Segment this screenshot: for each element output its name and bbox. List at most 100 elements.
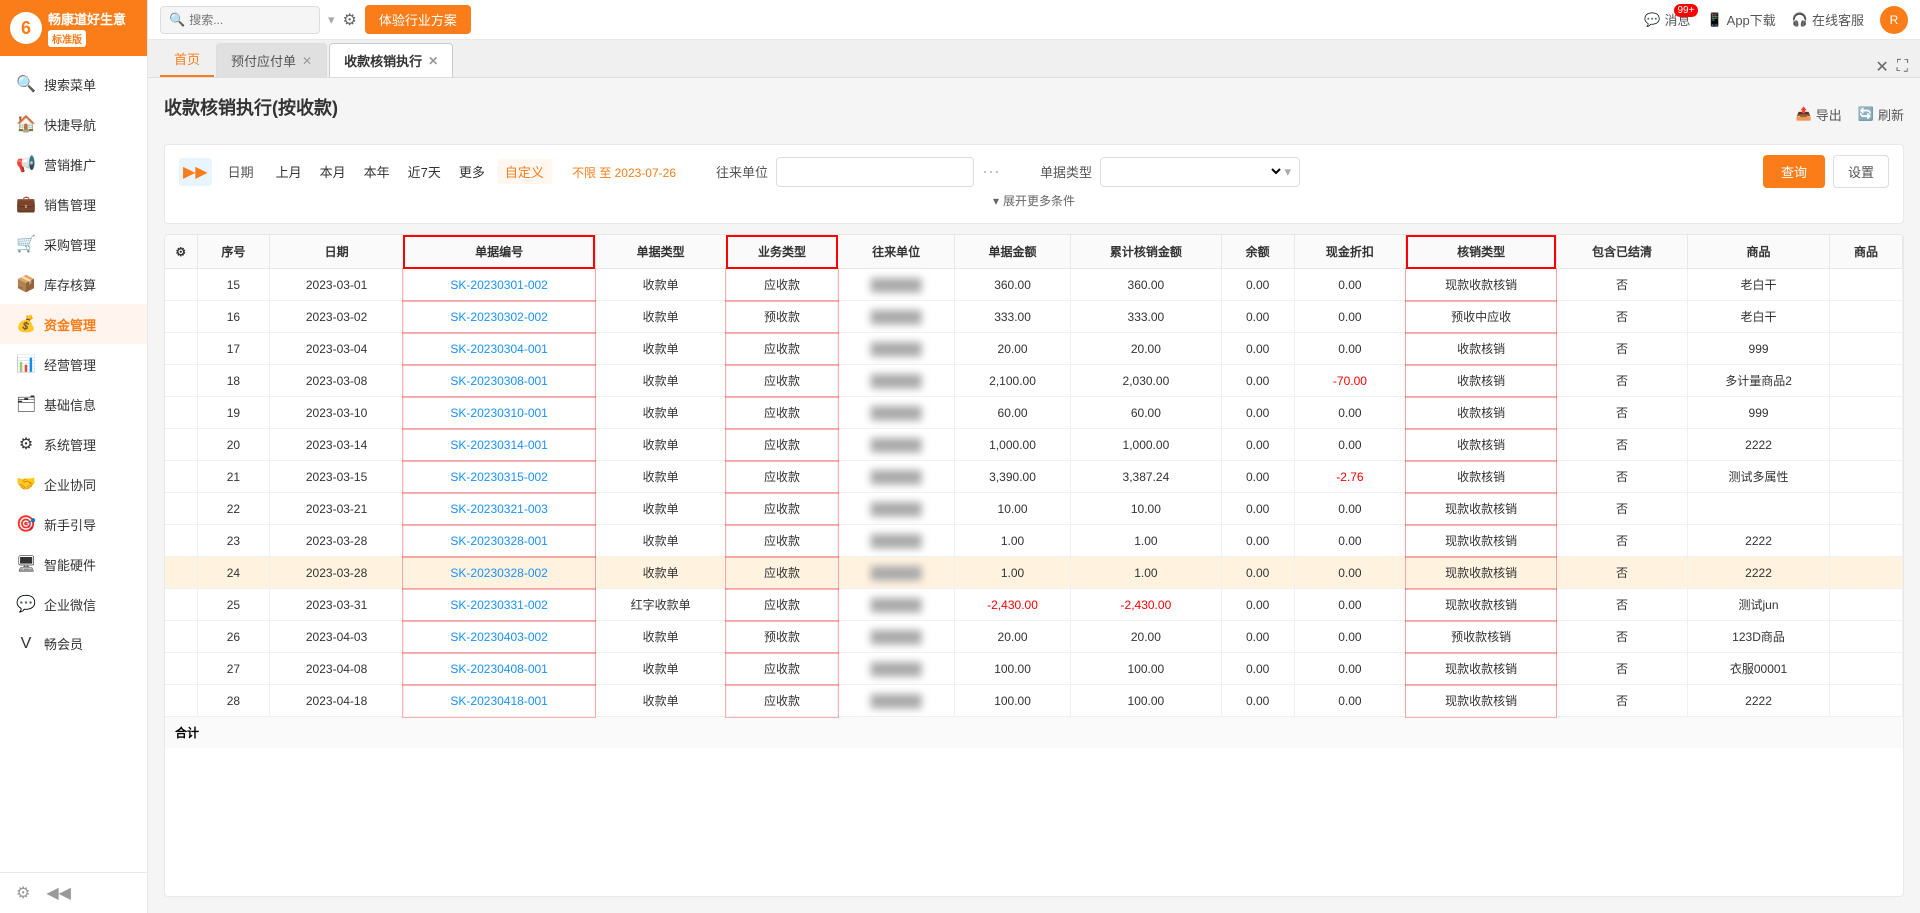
sidebar-item-member[interactable]: V畅会员 — [0, 624, 147, 663]
sidebar-item-wechat[interactable]: 💬企业微信 — [0, 584, 147, 624]
industry-solution-button[interactable]: 体验行业方案 — [365, 5, 471, 34]
tab-prepay[interactable]: 预付应付单 ✕ — [216, 43, 327, 77]
cell-verify-type: 收款核销 — [1406, 397, 1557, 429]
date-7days-button[interactable]: 近7天 — [402, 159, 447, 184]
voucher-no-link[interactable]: SK-20230403-002 — [450, 630, 547, 644]
message-button[interactable]: 💬 消息 99+ — [1644, 10, 1690, 29]
cell-amount: 333.00 — [954, 301, 1070, 333]
data-table-wrap: ⚙ 序号 日期 单据编号 单据类型 业务类型 往来单位 单据金额 累计核销金额 … — [164, 234, 1904, 897]
voucher-no-link[interactable]: SK-20230328-001 — [450, 534, 547, 548]
cell-voucher-type: 收款单 — [595, 461, 726, 493]
sidebar-item-search[interactable]: 🔍搜索菜单 — [0, 64, 147, 104]
cell-include-settled: 否 — [1556, 589, 1687, 621]
collapse-icon[interactable]: ◀◀ — [46, 883, 71, 903]
tab-close-all-icon[interactable]: ✕ — [1875, 57, 1888, 77]
sidebar-item-marketing[interactable]: 📢营销推广 — [0, 144, 147, 184]
tab-receipt-close-icon[interactable]: ✕ — [428, 54, 438, 68]
cell-product2 — [1830, 653, 1903, 685]
query-button[interactable]: 查询 — [1763, 155, 1825, 188]
cell-voucher-type: 收款单 — [595, 301, 726, 333]
topbar-gear-icon[interactable]: ⚙ — [343, 10, 357, 30]
sidebar-item-guide[interactable]: 🎯新手引导 — [0, 504, 147, 544]
date-last-month-button[interactable]: 上月 — [270, 159, 308, 184]
voucher-no-link[interactable]: SK-20230308-001 — [450, 374, 547, 388]
cell-total-verify: 20.00 — [1071, 333, 1222, 365]
sidebar-item-label-finance: 资金管理 — [44, 315, 96, 334]
sidebar-item-label-marketing: 营销推广 — [44, 155, 96, 174]
cell-voucher-type: 收款单 — [595, 269, 726, 301]
export-button[interactable]: 📤 导出 — [1796, 105, 1842, 124]
cell-date: 2023-03-28 — [270, 557, 403, 589]
sidebar-item-sales[interactable]: 💼销售管理 — [0, 184, 147, 224]
date-more-button[interactable]: 更多 — [453, 159, 491, 184]
voucher-no-link[interactable]: SK-20230315-002 — [450, 470, 547, 484]
table-header: ⚙ 序号 日期 单据编号 单据类型 业务类型 往来单位 单据金额 累计核销金额 … — [165, 235, 1903, 269]
voucher-no-link[interactable]: SK-20230302-002 — [450, 310, 547, 324]
refresh-button[interactable]: 🔄 刷新 — [1858, 105, 1904, 124]
headset-icon: 🎧 — [1792, 12, 1808, 28]
cell-product: 老白干 — [1688, 269, 1830, 301]
voucher-no-link[interactable]: SK-20230310-001 — [450, 406, 547, 420]
app-download-link[interactable]: 📱 App下载 — [1706, 10, 1775, 29]
cell-amount: 360.00 — [954, 269, 1070, 301]
page-header: 收款核销执行(按收款) 📤 导出 🔄 刷新 — [164, 94, 1904, 134]
date-custom-button[interactable]: 自定义 — [497, 159, 552, 184]
voucher-no-link[interactable]: SK-20230408-001 — [450, 662, 547, 676]
cell-voucher-no: SK-20230418-001 — [403, 685, 595, 717]
cell-voucher-no: SK-20230408-001 — [403, 653, 595, 685]
tab-home[interactable]: 首页 — [160, 42, 214, 77]
voucher-no-link[interactable]: SK-20230418-001 — [450, 694, 547, 708]
voucher-no-link[interactable]: SK-20230328-002 — [450, 566, 547, 580]
sidebar-item-finance[interactable]: 💰资金管理 — [0, 304, 147, 344]
cell-partner: ██████ — [838, 429, 955, 461]
settings-bottom-icon[interactable]: ⚙ — [16, 883, 30, 903]
topbar-search-input[interactable] — [189, 13, 309, 27]
voucher-no-link[interactable]: SK-20230304-001 — [450, 342, 547, 356]
sidebar-item-quicknav[interactable]: 🏠快捷导航 — [0, 104, 147, 144]
cell-product2 — [1830, 301, 1903, 333]
sidebar-item-hardware[interactable]: 🖥智能硬件 — [0, 544, 147, 584]
setting-button[interactable]: 设置 — [1833, 155, 1889, 188]
cell-product — [1688, 493, 1830, 525]
cell-biz-type: 应收款 — [726, 557, 838, 589]
tab-prepay-label: 预付应付单 — [231, 51, 296, 70]
filter-expand-button[interactable]: ▶▶ — [179, 158, 212, 186]
cell-cash-discount: 0.00 — [1294, 493, 1406, 525]
voucher-no-link[interactable]: SK-20230321-003 — [450, 502, 547, 516]
voucher-no-link[interactable]: SK-20230331-002 — [450, 598, 547, 612]
table-scroll[interactable]: ⚙ 序号 日期 单据编号 单据类型 业务类型 往来单位 单据金额 累计核销金额 … — [165, 235, 1903, 896]
sidebar-item-label-purchase: 采购管理 — [44, 235, 96, 254]
col-header-setting[interactable]: ⚙ — [165, 235, 197, 269]
voucher-type-select[interactable] — [1109, 163, 1284, 180]
voucher-no-link[interactable]: SK-20230314-001 — [450, 438, 547, 452]
cell-product2 — [1830, 269, 1903, 301]
voucher-no-link[interactable]: SK-20230301-002 — [450, 278, 547, 292]
tab-prepay-close-icon[interactable]: ✕ — [302, 54, 312, 68]
col-header-partner: 往来单位 — [838, 235, 955, 269]
sidebar-item-inventory[interactable]: 📦库存核算 — [0, 264, 147, 304]
cell-biz-type: 应收款 — [726, 397, 838, 429]
date-this-year-button[interactable]: 本年 — [358, 159, 396, 184]
expand-more-button[interactable]: ▾ 展开更多条件 — [993, 192, 1075, 209]
sidebar-item-basic[interactable]: 🗂基础信息 — [0, 384, 147, 424]
sidebar-item-system[interactable]: ⚙系统管理 — [0, 424, 147, 464]
tab-receipt[interactable]: 收款核销执行 ✕ — [329, 43, 453, 77]
sidebar-item-purchase[interactable]: 🛒采购管理 — [0, 224, 147, 264]
date-this-month-button[interactable]: 本月 — [314, 159, 352, 184]
sidebar-item-enterprise[interactable]: 🤝企业协同 — [0, 464, 147, 504]
cell-date: 2023-03-31 — [270, 589, 403, 621]
page-title: 收款核销执行(按收款) — [164, 94, 338, 120]
cell-total-verify: 100.00 — [1071, 653, 1222, 685]
partner-filter-input[interactable] — [776, 157, 974, 187]
cell-setting — [165, 557, 197, 589]
tab-maximize-icon[interactable]: ⛶ — [1897, 58, 1908, 76]
cell-include-settled: 否 — [1556, 397, 1687, 429]
cell-verify-type: 收款核销 — [1406, 429, 1557, 461]
cell-setting — [165, 301, 197, 333]
online-service-link[interactable]: 🎧 在线客服 — [1792, 10, 1864, 29]
cell-partner: ██████ — [838, 301, 955, 333]
filter-more-icon[interactable]: ··· — [982, 161, 1000, 182]
user-avatar[interactable]: R — [1880, 6, 1908, 34]
cell-cash-discount: 0.00 — [1294, 621, 1406, 653]
sidebar-item-operations[interactable]: 📊经营管理 — [0, 344, 147, 384]
